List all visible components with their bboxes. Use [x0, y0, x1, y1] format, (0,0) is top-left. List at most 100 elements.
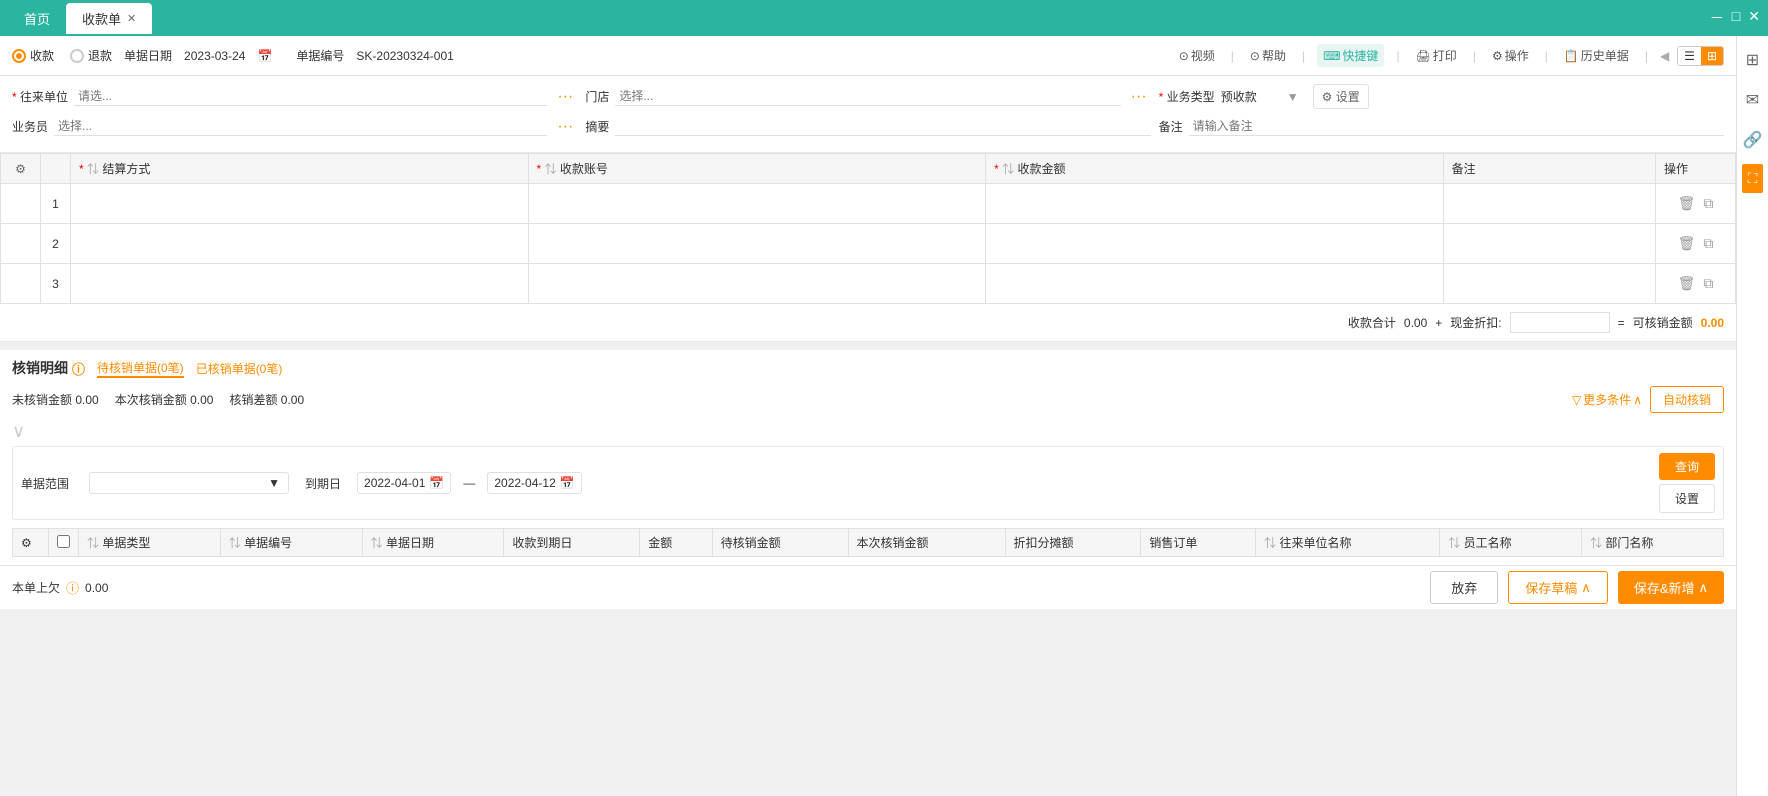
more-filters-btn[interactable]: ▽ 更多条件 ∧ — [1572, 391, 1642, 408]
calendar-from-icon[interactable]: 📅 — [429, 476, 444, 490]
staff-more-btn[interactable]: ··· — [553, 118, 577, 136]
row3-note[interactable] — [1443, 264, 1655, 304]
sort-icon[interactable]: ⇅ — [1448, 536, 1460, 550]
business-type-arrow[interactable]: ▼ — [1287, 90, 1299, 104]
minimize-button[interactable]: － — [1710, 8, 1724, 28]
sidebar-mail-icon[interactable]: ✉ — [1746, 84, 1759, 116]
row3-num: 3 — [41, 264, 71, 304]
sort-icon[interactable]: ⇅ — [1264, 536, 1276, 550]
row2-account[interactable] — [528, 224, 986, 264]
sort-icon[interactable]: ⇅ — [1002, 162, 1014, 176]
save-draft-btn[interactable]: 保存草稿 ∧ — [1508, 571, 1608, 604]
print-btn[interactable]: 🖨 打印 — [1412, 45, 1461, 66]
sort-icon[interactable]: ⇅ — [229, 536, 241, 550]
counterparty-input[interactable] — [74, 87, 547, 106]
summary-input[interactable] — [615, 117, 1150, 136]
row2-copy-icon[interactable]: ⧉ — [1701, 233, 1715, 254]
footer-info-icon[interactable]: ⓘ — [66, 578, 79, 597]
note-input[interactable] — [1189, 117, 1724, 136]
query-btn[interactable]: 查询 — [1659, 453, 1715, 480]
prev-view-icon[interactable]: ◀ — [1660, 49, 1669, 63]
footer-right: 放弃 保存草稿 ∧ 保存&新增 ∧ — [1430, 571, 1724, 604]
sidebar-link-icon[interactable]: 🔗 — [1743, 124, 1763, 156]
summary-row: 收款合计 0.00 + 现金折扣: = 可核销金额 0.00 — [0, 304, 1736, 342]
row2-settlement[interactable] — [71, 224, 529, 264]
sort-icon[interactable]: ⇅ — [87, 162, 99, 176]
row3-account[interactable] — [528, 264, 986, 304]
sidebar-table-icon[interactable]: ⊞ — [1746, 44, 1759, 76]
row1-gear — [1, 184, 41, 224]
completed-tab[interactable]: 已核销单据(0笔) — [196, 360, 283, 377]
prev-value: 0.00 — [85, 581, 108, 595]
row2-note[interactable] — [1443, 224, 1655, 264]
store-input[interactable] — [615, 87, 1120, 106]
current-stat: 本次核销金额 0.00 — [115, 391, 214, 408]
counterparty-more-btn[interactable]: ··· — [553, 88, 577, 106]
staff-input[interactable] — [54, 117, 547, 136]
row2-amount[interactable] — [986, 224, 1444, 264]
sales-order-col-header: 销售订单 — [1141, 529, 1256, 557]
right-sidebar: ⊞ ✉ 🔗 ⛶ — [1736, 36, 1768, 796]
due-date-to-value: 2022-04-12 — [494, 476, 555, 490]
save-new-btn[interactable]: 保存&新增 ∧ — [1618, 571, 1724, 604]
operation-label: 操作 — [1505, 47, 1529, 64]
sort-icon[interactable]: ⇅ — [545, 162, 557, 176]
calendar-to-icon[interactable]: 📅 — [560, 476, 575, 490]
close-button[interactable]: ✕ — [1748, 8, 1760, 28]
amount-col-header: 金额 — [640, 529, 712, 557]
shortcut-btn[interactable]: ⌨ 快捷键 — [1317, 44, 1384, 67]
row1-account[interactable] — [528, 184, 986, 224]
history-btn[interactable]: 📋 历史单据 — [1560, 45, 1633, 66]
bottom-table-area: ⚙ ⇅ 单据类型 ⇅ 单据编号 ⇅ — [12, 528, 1724, 557]
row1-delete-icon[interactable]: 🗑 — [1676, 193, 1698, 214]
type-col-header: ⇅ 单据类型 — [79, 529, 221, 557]
row3-action: 🗑 ⧉ — [1656, 264, 1736, 304]
maximize-button[interactable]: □ — [1732, 8, 1740, 28]
radio-receipt[interactable]: 收款 — [12, 47, 54, 64]
due-date-to-field[interactable]: 2022-04-12 📅 — [487, 472, 581, 494]
abandon-btn[interactable]: 放弃 — [1430, 571, 1498, 604]
recon-header: 核销明细 ⓘ 待核销单据(0笔) 已核销单据(0笔) — [12, 358, 1724, 378]
list-view-icon[interactable]: ☰ — [1678, 47, 1701, 65]
sidebar-screen-icon[interactable]: ⛶ — [1742, 164, 1764, 193]
history-icon: 📋 — [1564, 49, 1579, 63]
recon-info-icon[interactable]: ⓘ — [72, 359, 85, 378]
date-label: 单据日期 — [124, 47, 172, 64]
row3-amount[interactable] — [986, 264, 1444, 304]
date-value: 2023-03-24 — [184, 49, 245, 63]
row2-delete-icon[interactable]: 🗑 — [1676, 233, 1698, 254]
row3-delete-icon[interactable]: 🗑 — [1676, 273, 1698, 294]
recon-settings-btn[interactable]: 设置 — [1659, 484, 1715, 513]
tab-receipt-close[interactable]: ✕ — [127, 12, 136, 25]
row1-copy-icon[interactable]: ⧉ — [1701, 193, 1715, 214]
sort-icon[interactable]: ⇅ — [371, 536, 383, 550]
sort-icon[interactable]: ⇅ — [1590, 536, 1602, 550]
row3-settlement[interactable] — [71, 264, 529, 304]
help-btn[interactable]: ⊙ 帮助 — [1246, 45, 1290, 66]
row3-copy-icon[interactable]: ⧉ — [1701, 273, 1715, 294]
gear-col-header[interactable]: ⚙ — [13, 529, 49, 557]
radio-refund[interactable]: 退款 — [70, 47, 112, 64]
pending-tab[interactable]: 待核销单据(0笔) — [97, 359, 184, 378]
store-more-btn[interactable]: ··· — [1127, 88, 1151, 106]
row1-note[interactable] — [1443, 184, 1655, 224]
video-btn[interactable]: ⊙ 视频 — [1175, 45, 1219, 66]
due-date-from-field[interactable]: 2022-04-01 📅 — [357, 472, 451, 494]
select-all-checkbox[interactable] — [57, 535, 70, 548]
tab-receipt[interactable]: 收款单 ✕ — [66, 3, 152, 34]
collapse-arrow[interactable]: ∨ — [12, 421, 25, 441]
tab-home[interactable]: 首页 — [8, 3, 66, 34]
discount-input[interactable] — [1510, 312, 1610, 333]
row1-settlement[interactable] — [71, 184, 529, 224]
auto-recon-btn[interactable]: 自动核销 — [1650, 386, 1724, 413]
calendar-icon[interactable]: 📅 — [257, 49, 272, 63]
operation-btn[interactable]: ⚙ 操作 — [1488, 45, 1533, 66]
shortcut-label: 快捷键 — [1342, 47, 1378, 64]
grid-view-icon[interactable]: ⊞ — [1701, 47, 1723, 65]
table-gear-header[interactable]: ⚙ — [1, 154, 41, 184]
toolbar: 收款 退款 单据日期 2023-03-24 📅 单据编号 SK-20230324… — [0, 36, 1736, 76]
date-range-select[interactable]: ▼ — [89, 472, 289, 494]
sort-icon[interactable]: ⇅ — [87, 536, 99, 550]
settings-btn[interactable]: ⚙ 设置 — [1313, 84, 1369, 109]
row1-amount[interactable] — [986, 184, 1444, 224]
